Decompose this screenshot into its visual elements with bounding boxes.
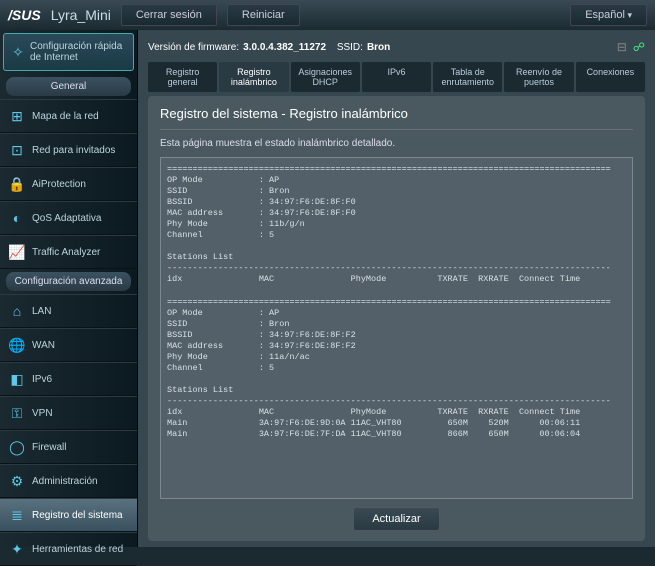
- sidebar-icon: ◧: [8, 370, 26, 388]
- tab[interactable]: Tabla de enrutamiento: [433, 62, 502, 92]
- firmware-version: 3.0.0.4.382_11272: [243, 42, 326, 53]
- sidebar-icon: ◯: [8, 438, 26, 456]
- header-bar: /SUS Lyra_Mini Cerrar sesión Reiniciar E…: [0, 0, 655, 30]
- sidebar-item[interactable]: ⌂ LAN: [0, 294, 137, 328]
- sidebar-item[interactable]: 🌐 WAN: [0, 328, 137, 362]
- sidebar-item-label: LAN: [32, 306, 51, 317]
- sidebar-item[interactable]: ⊞ Mapa de la red: [0, 99, 137, 133]
- sidebar-item-label: Red para invitados: [32, 145, 115, 156]
- sidebar-item-label: Mapa de la red: [32, 111, 99, 122]
- tab[interactable]: Registro inalámbrico: [219, 62, 288, 92]
- tab[interactable]: Registro general: [148, 62, 217, 92]
- sidebar-item[interactable]: ⊡ Red para invitados: [0, 133, 137, 167]
- sidebar-heading-general: General: [6, 77, 131, 96]
- sidebar-item-label: QoS Adaptativa: [32, 213, 102, 224]
- sidebar-item-label: IPv6: [32, 374, 52, 385]
- tab-row: Registro generalRegistro inalámbricoAsig…: [148, 62, 645, 92]
- sidebar-icon: ⌂: [8, 302, 26, 320]
- product-name: Lyra_Mini: [51, 7, 111, 23]
- mesh-icon[interactable]: ☍: [633, 40, 645, 54]
- firmware-line: Versión de firmware: 3.0.0.4.382_11272 S…: [148, 36, 645, 58]
- sidebar-item[interactable]: ◯ Firewall: [0, 430, 137, 464]
- sidebar-icon: 📈: [8, 243, 26, 261]
- panel-title: Registro del sistema - Registro inalámbr…: [160, 106, 633, 130]
- sidebar-heading-advanced: Configuración avanzada: [6, 272, 131, 291]
- sidebar-icon: ⊞: [8, 107, 26, 125]
- sidebar-item-label: Firewall: [32, 442, 66, 453]
- sidebar-item-label: Traffic Analyzer: [32, 247, 100, 258]
- firmware-ssid: Bron: [367, 42, 390, 53]
- refresh-button[interactable]: Actualizar: [353, 507, 439, 531]
- sidebar-item-label: AiProtection: [32, 179, 86, 190]
- sidebar-icon: ◐: [8, 209, 26, 227]
- wireless-log-textarea[interactable]: ========================================…: [160, 157, 633, 499]
- sidebar-icon: 🔒: [8, 175, 26, 193]
- sidebar-quick-setup[interactable]: ✧ Configuración rápida de Internet: [3, 33, 134, 71]
- sidebar-item[interactable]: ≣ Registro del sistema: [0, 498, 137, 532]
- tab[interactable]: Conexiones: [576, 62, 645, 92]
- sidebar-item[interactable]: ⚙ Administración: [0, 464, 137, 498]
- tab[interactable]: Asignaciones DHCP: [291, 62, 360, 92]
- panel-description: Esta página muestra el estado inalámbric…: [160, 138, 633, 149]
- sidebar-item[interactable]: ◧ IPv6: [0, 362, 137, 396]
- logout-button[interactable]: Cerrar sesión: [121, 4, 217, 26]
- sidebar-item[interactable]: 📈 Traffic Analyzer: [0, 235, 137, 269]
- sidebar-icon: ⚙: [8, 472, 26, 490]
- sidebar-icon: ⊡: [8, 141, 26, 159]
- sidebar-icon: 🌐: [8, 336, 26, 354]
- sidebar-icon: ⚿: [8, 404, 26, 422]
- sidebar-item-label: VPN: [32, 408, 53, 419]
- sidebar-item-label: WAN: [32, 340, 55, 351]
- usb-icon[interactable]: ⊟: [617, 40, 627, 54]
- wand-icon: ✧: [12, 43, 24, 61]
- main-content: Versión de firmware: 3.0.0.4.382_11272 S…: [138, 30, 655, 547]
- language-selector[interactable]: Español: [570, 4, 647, 26]
- brand-logo: /SUS: [8, 7, 41, 23]
- log-panel: Registro del sistema - Registro inalámbr…: [148, 96, 645, 541]
- sidebar-item[interactable]: ⚿ VPN: [0, 396, 137, 430]
- sidebar-icon: ≣: [8, 506, 26, 524]
- tab[interactable]: IPv6: [362, 62, 431, 92]
- sidebar-item-label: Administración: [32, 476, 98, 487]
- sidebar-item-label: Configuración rápida de Internet: [30, 41, 125, 63]
- sidebar-item[interactable]: ✦ Herramientas de red: [0, 532, 137, 566]
- sidebar-item-label: Registro del sistema: [32, 510, 123, 521]
- sidebar-icon: ✦: [8, 540, 26, 558]
- reboot-button[interactable]: Reiniciar: [227, 4, 300, 26]
- sidebar-item[interactable]: 🔒 AiProtection: [0, 167, 137, 201]
- sidebar-item[interactable]: ◐ QoS Adaptativa: [0, 201, 137, 235]
- sidebar: ✧ Configuración rápida de Internet Gener…: [0, 30, 138, 547]
- sidebar-item-label: Herramientas de red: [32, 544, 123, 555]
- tab[interactable]: Reenvío de puertos: [504, 62, 573, 92]
